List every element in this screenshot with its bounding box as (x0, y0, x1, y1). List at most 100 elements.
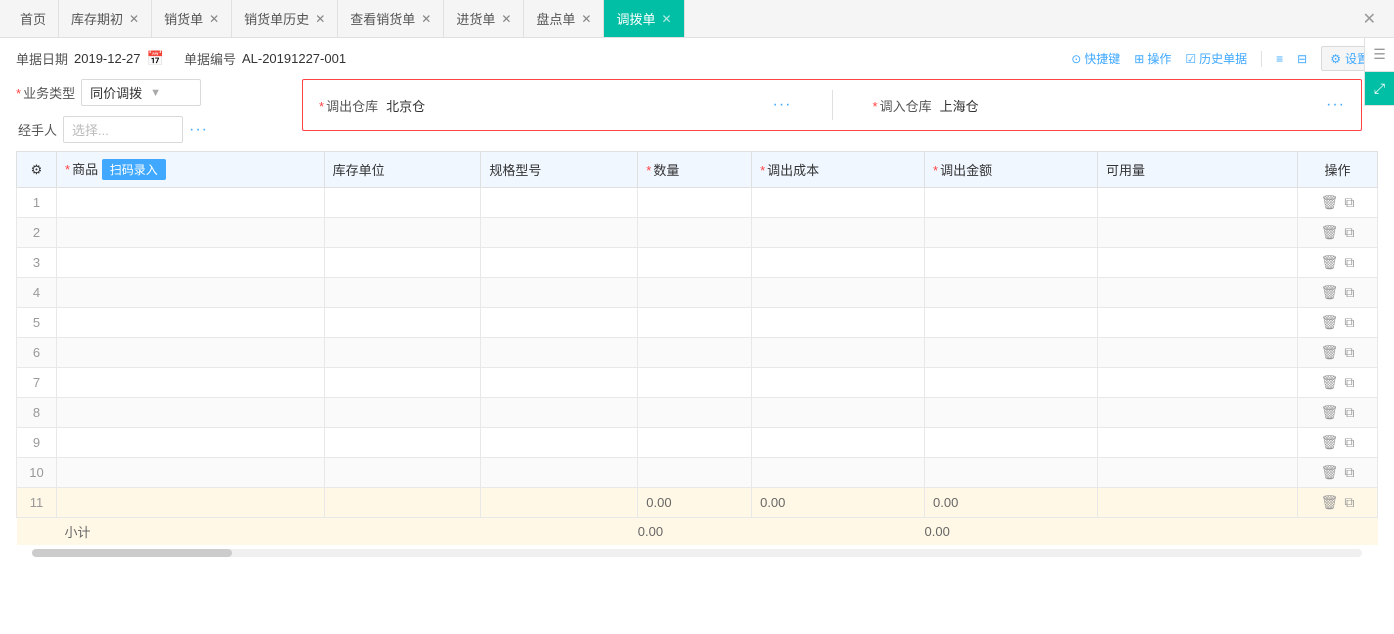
warehouse-in-ellipsis[interactable]: ··· (1326, 96, 1345, 114)
close-view-sales[interactable]: ✕ (421, 12, 431, 26)
history-icon: ☑ (1185, 52, 1196, 66)
row-1-unit[interactable] (324, 188, 481, 218)
delete-icon-6[interactable]: 🗑 (1321, 344, 1339, 361)
delete-icon-7[interactable]: 🗑 (1321, 374, 1339, 391)
subtotal-qty: 0.00 (638, 488, 752, 518)
handler-ellipsis[interactable]: ··· (189, 121, 208, 139)
close-sales-history[interactable]: ✕ (315, 12, 325, 26)
handler-select[interactable]: 选择... (63, 116, 183, 143)
copy-icon-4[interactable]: ⧉ (1344, 284, 1354, 301)
th-qty: *数量 (638, 152, 752, 188)
close-inventory-check[interactable]: ✕ (581, 12, 591, 26)
table-row: 9 🗑⧉ (17, 428, 1378, 458)
biz-type-value: 同价调拨 (90, 83, 142, 102)
table-row: 4 🗑⧉ (17, 278, 1378, 308)
toolbar-right: ⊙ 快捷键 ⊞ 操作 ☑ 历史单据 ≡ ⊟ ⚙ 设置 (1071, 46, 1378, 71)
tab-inventory-init[interactable]: 库存期初 ✕ (59, 0, 152, 37)
horizontal-scrollbar[interactable] (32, 549, 1362, 557)
tab-bar: 首页 库存期初 ✕ 销货单 ✕ 销货单历史 ✕ 查看销货单 ✕ 进货单 ✕ 盘点… (0, 0, 1394, 38)
row-1-amount[interactable] (925, 188, 1098, 218)
copy-icon-5[interactable]: ⧉ (1344, 314, 1354, 331)
delete-icon-5[interactable]: 🗑 (1321, 314, 1339, 331)
tab-home[interactable]: 首页 (8, 0, 59, 37)
operation-label: 操作 (1147, 50, 1171, 67)
biz-type-group: *业务类型 同价调拨 ▼ (16, 79, 286, 106)
layout-icon-1[interactable]: ≡ (1276, 52, 1283, 66)
calendar-icon[interactable]: 📅 (147, 50, 164, 67)
close-inventory-init[interactable]: ✕ (129, 12, 139, 26)
th-cost: *调出成本 (752, 152, 925, 188)
warehouse-out-value[interactable]: 北京仓 (386, 96, 764, 115)
tab-transfer-order[interactable]: 调拨单 ✕ (604, 0, 684, 37)
gear-th[interactable]: ⚙ (17, 152, 57, 188)
history-btn[interactable]: ☑ 历史单据 (1185, 50, 1247, 67)
th-unit: 库存单位 (324, 152, 481, 188)
shortcut-btn[interactable]: ⊙ 快捷键 (1071, 50, 1120, 67)
copy-icon-8[interactable]: ⧉ (1344, 404, 1354, 421)
row-num-2: 2 (17, 218, 57, 248)
biz-type-arrow: ▼ (150, 87, 161, 99)
tab-purchase-order[interactable]: 进货单 ✕ (444, 0, 524, 37)
right-panel-expand-icon[interactable]: ⤢ (1365, 72, 1394, 106)
biz-type-label: *业务类型 (16, 83, 75, 102)
delete-icon-9[interactable]: 🗑 (1321, 434, 1339, 451)
operation-icon: ⊞ (1134, 52, 1144, 66)
tab-sales-order[interactable]: 销货单 ✕ (152, 0, 232, 37)
copy-icon-6[interactable]: ⧉ (1344, 344, 1354, 361)
right-panel-list-icon[interactable]: ☰ (1365, 38, 1394, 72)
th-available: 可用量 (1098, 152, 1298, 188)
th-op: 操作 (1298, 152, 1378, 188)
table-row: 1 🗑 ⧉ (17, 188, 1378, 218)
table-row: 8 🗑⧉ (17, 398, 1378, 428)
warehouse-out-ellipsis[interactable]: ··· (773, 96, 792, 114)
delete-icon-11[interactable]: 🗑 (1321, 494, 1339, 511)
subtotal-label: 小计 (57, 518, 325, 546)
row-1-qty[interactable] (638, 188, 752, 218)
copy-icon-10[interactable]: ⧉ (1344, 464, 1354, 481)
warehouse-in-value[interactable]: 上海仓 (940, 96, 1318, 115)
copy-icon-2[interactable]: ⧉ (1344, 224, 1354, 241)
doc-no-group: 单据编号 AL-20191227-001 (184, 49, 346, 68)
th-amount: *调出金额 (925, 152, 1098, 188)
close-purchase-order[interactable]: ✕ (501, 12, 511, 26)
table-container: ⚙ *商品 扫码录入 库存单位 规格型号 *数量 *调出成本 *调出金额 可用量… (0, 151, 1394, 545)
copy-icon-1[interactable]: ⧉ (1344, 194, 1354, 211)
tab-close-all[interactable]: ✕ (1353, 9, 1386, 29)
delete-icon-2[interactable]: 🗑 (1321, 224, 1339, 241)
copy-icon-9[interactable]: ⧉ (1344, 434, 1354, 451)
tab-view-sales[interactable]: 查看销货单 ✕ (338, 0, 444, 37)
delete-icon-4[interactable]: 🗑 (1321, 284, 1339, 301)
copy-icon-3[interactable]: ⧉ (1344, 254, 1354, 271)
row-1-spec[interactable] (481, 188, 638, 218)
tab-sales-history[interactable]: 销货单历史 ✕ (232, 0, 338, 37)
row-1-cost[interactable] (752, 188, 925, 218)
scroll-thumb[interactable] (32, 549, 232, 557)
scan-btn[interactable]: 扫码录入 (102, 159, 166, 180)
row-1-op: 🗑 ⧉ (1298, 188, 1378, 218)
row-1-available[interactable] (1098, 188, 1298, 218)
handler-label: 经手人 (18, 120, 57, 139)
delete-icon-1[interactable]: 🗑 (1321, 194, 1339, 211)
th-spec: 规格型号 (481, 152, 638, 188)
operation-btn[interactable]: ⊞ 操作 (1134, 50, 1171, 67)
delete-icon-3[interactable]: 🗑 (1321, 254, 1339, 271)
footer-qty: 0.00 (638, 518, 752, 546)
close-sales-order[interactable]: ✕ (209, 12, 219, 26)
table-row: 7 🗑⧉ (17, 368, 1378, 398)
table-row: 2 🗑 ⧉ (17, 218, 1378, 248)
delete-icon-8[interactable]: 🗑 (1321, 404, 1339, 421)
table-row: 3 🗑⧉ (17, 248, 1378, 278)
copy-icon-7[interactable]: ⧉ (1344, 374, 1354, 391)
doc-date-label: 单据日期 (16, 49, 68, 68)
warehouse-divider (832, 90, 833, 120)
tab-inventory-check[interactable]: 盘点单 ✕ (524, 0, 604, 37)
subtotal-row: 11 0.00 0.00 0.00 🗑⧉ (17, 488, 1378, 518)
warehouse-in-label: *调入仓库 (873, 96, 932, 115)
delete-icon-10[interactable]: 🗑 (1321, 464, 1339, 481)
biz-type-select[interactable]: 同价调拨 ▼ (81, 79, 201, 106)
copy-icon-11[interactable]: ⧉ (1344, 494, 1354, 511)
layout-icon-2[interactable]: ⊟ (1297, 52, 1307, 66)
close-transfer-order[interactable]: ✕ (662, 12, 672, 26)
row-1-product[interactable] (57, 188, 325, 218)
toolbar-divider (1261, 51, 1262, 67)
